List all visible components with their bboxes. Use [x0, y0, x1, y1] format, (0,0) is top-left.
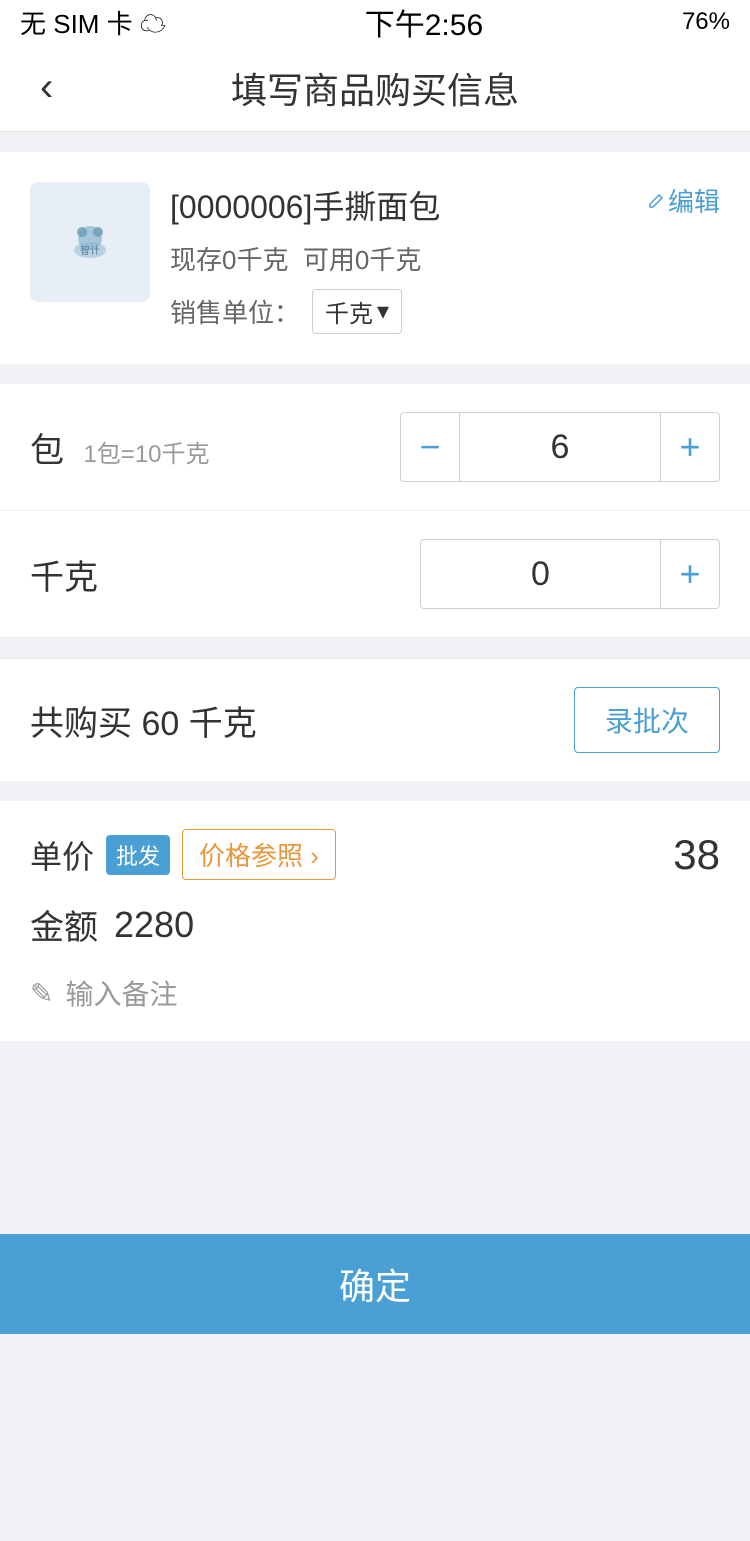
kg-control: + — [420, 539, 720, 609]
amount-section: 金额 2280 ✎ 输入备注 — [30, 900, 720, 1013]
status-time: 下午2:56 — [365, 0, 483, 44]
price-tag: 批发 — [106, 835, 170, 875]
status-right: 76% — [682, 8, 730, 36]
bao-minus-button[interactable]: − — [400, 412, 460, 482]
unit-select[interactable]: 千克 ▾ — [312, 289, 402, 334]
edit-button[interactable]: 编辑 — [648, 182, 720, 219]
product-image: 智计 — [30, 182, 150, 302]
bao-input[interactable] — [460, 412, 660, 482]
pencil-icon: ✎ — [30, 977, 53, 1010]
remark-row[interactable]: ✎ 输入备注 — [30, 973, 720, 1013]
back-button[interactable]: ‹ — [30, 55, 63, 120]
remark-placeholder: 输入备注 — [65, 973, 177, 1013]
price-ref-button[interactable]: 价格参照 › — [182, 829, 336, 880]
price-value: 38 — [673, 831, 720, 879]
product-name: [0000006]手撕面包 — [170, 182, 440, 228]
total-text: 共购买 60 千克 — [30, 696, 257, 745]
svg-text:智计: 智计 — [80, 244, 100, 257]
kg-label: 千克 — [30, 550, 420, 599]
bao-plus-button[interactable]: + — [660, 412, 720, 482]
confirm-button[interactable]: 确定 — [339, 1258, 411, 1310]
status-carrier: 无 SIM 卡 ☁ — [20, 4, 166, 41]
chevron-down-icon: ▾ — [377, 297, 389, 326]
product-unit-row: 销售单位： 千克 ▾ — [170, 289, 720, 334]
product-card: 智计 [0000006]手撕面包 编辑 现存0千克 可用0千克 销售单位： 千克 — [0, 152, 750, 364]
status-bar: 无 SIM 卡 ☁ 下午2:56 76% — [0, 0, 750, 44]
page-title: 填写商品购买信息 — [231, 62, 519, 114]
amount-value: 2280 — [114, 904, 194, 946]
product-info: [0000006]手撕面包 编辑 现存0千克 可用0千克 销售单位： 千克 ▾ — [170, 182, 720, 334]
kg-row: 千克 + — [0, 511, 750, 638]
confirm-bar[interactable]: 确定 — [0, 1234, 750, 1334]
bao-control: − + — [400, 412, 720, 482]
product-stock: 现存0千克 可用0千克 — [170, 240, 720, 277]
kg-input[interactable] — [420, 539, 660, 609]
total-row: 共购买 60 千克 录批次 — [0, 658, 750, 781]
amount-row: 金额 2280 — [30, 900, 720, 949]
battery-icon: 76% — [682, 8, 730, 36]
price-left: 单价 批发 价格参照 › — [30, 829, 336, 880]
bao-label: 包 1包=10千克 — [30, 423, 400, 472]
batch-button[interactable]: 录批次 — [574, 687, 720, 753]
bao-row: 包 1包=10千克 − + — [0, 384, 750, 511]
price-row: 单价 批发 价格参照 › 38 — [30, 829, 720, 880]
quantity-section: 包 1包=10千克 − + 千克 + — [0, 384, 750, 638]
price-section: 单价 批发 价格参照 › 38 金额 2280 ✎ 输入备注 — [0, 801, 750, 1041]
nav-bar: ‹ 填写商品购买信息 — [0, 44, 750, 132]
kg-plus-button[interactable]: + — [660, 539, 720, 609]
